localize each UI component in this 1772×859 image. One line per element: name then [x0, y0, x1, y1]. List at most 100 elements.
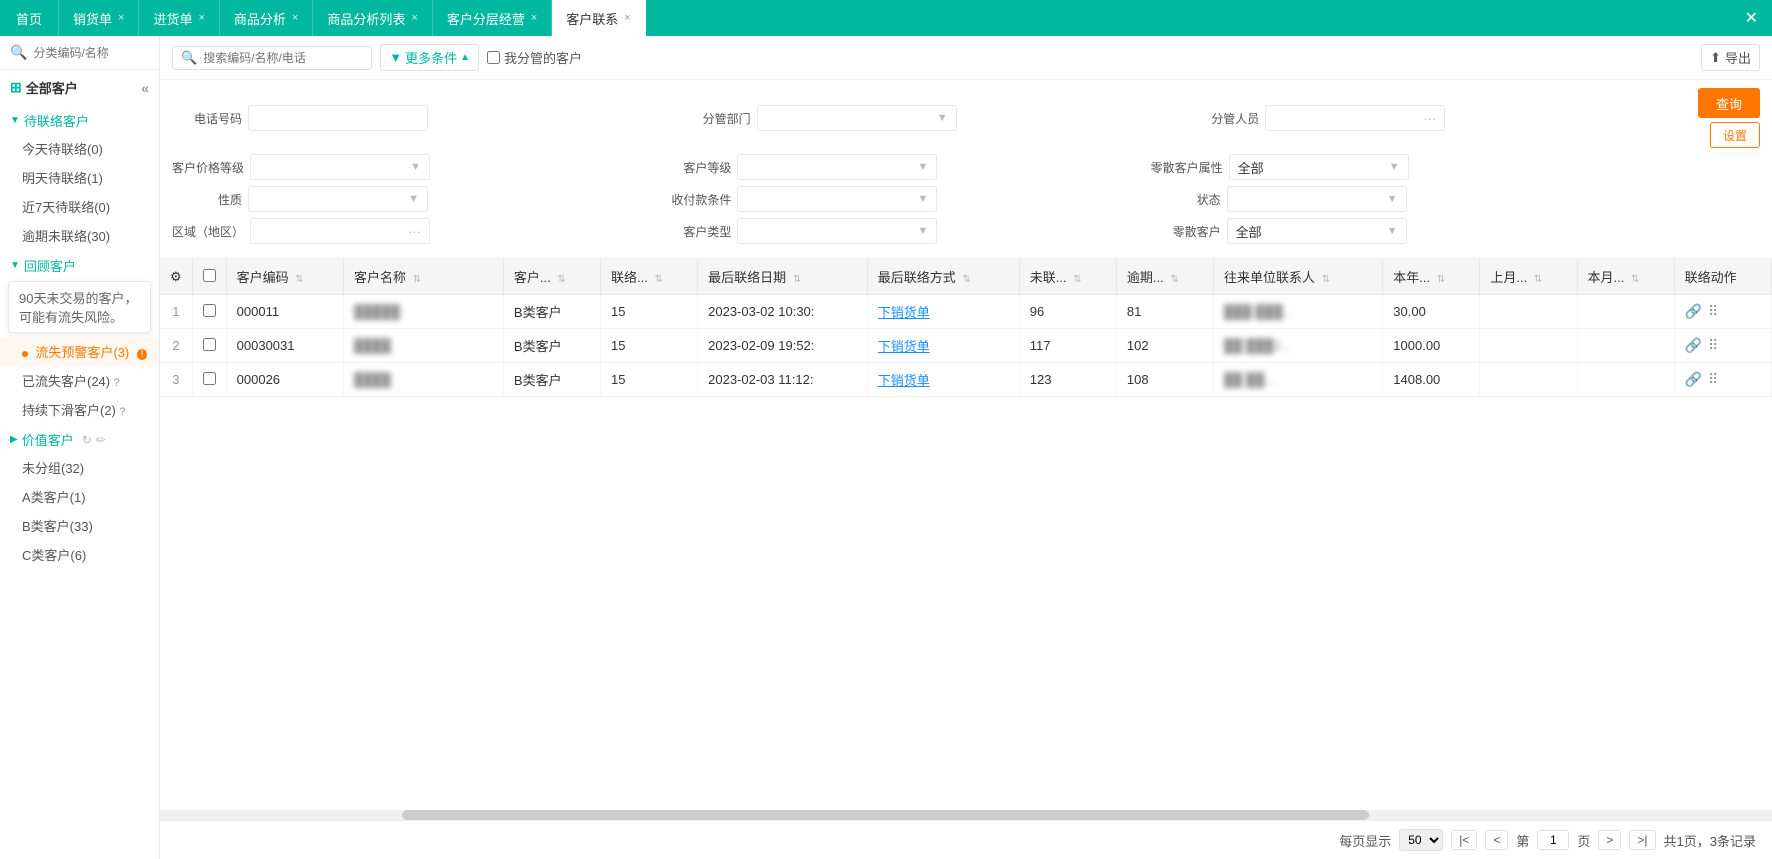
edit-icon-value[interactable]: ✏	[96, 433, 106, 447]
first-page-btn[interactable]: |<	[1451, 830, 1477, 850]
settings-button[interactable]: 设置	[1710, 122, 1760, 148]
sidebar-search-input[interactable]	[33, 46, 160, 60]
filter-phone-input[interactable]	[248, 105, 428, 131]
table-row: 3 000026 ████ B类客户 15 2023-02-03 11:12: …	[160, 363, 1772, 397]
th-last-month[interactable]: 上月... ⇅	[1480, 259, 1577, 295]
filter-sparse-select[interactable]: 全部 ▼	[1227, 218, 1407, 244]
row2-checkbox[interactable]	[192, 329, 226, 363]
th-contact-num[interactable]: 联络... ⇅	[601, 259, 698, 295]
filter-price-level-select[interactable]: ▼	[250, 154, 430, 180]
tab-customer-contact[interactable]: 客户联系 ×	[552, 0, 645, 36]
th-last-date[interactable]: 最后联络日期 ⇅	[698, 259, 868, 295]
sidebar-item-declining[interactable]: 持续下滑客户(2) ?	[0, 395, 159, 424]
chevron-down-icon-payment: ▼	[917, 193, 928, 205]
row3-select[interactable]	[203, 372, 216, 385]
dots-icon-region[interactable]: ···	[408, 224, 421, 239]
th-checkbox[interactable]	[192, 259, 226, 295]
th-this-month[interactable]: 本月... ⇅	[1577, 259, 1674, 295]
row2-action-link-icon[interactable]: 🔗	[1685, 337, 1702, 354]
row1-select[interactable]	[203, 304, 216, 317]
filter-dept-select[interactable]: ▼	[757, 105, 957, 131]
filter-nature-select[interactable]: ▼	[248, 186, 428, 212]
refresh-icon-value[interactable]: ↻	[82, 433, 92, 447]
my-customers-toggle[interactable]: 我分管的客户	[487, 48, 582, 67]
sidebar-item-class-c[interactable]: C类客户(6)	[0, 540, 159, 569]
sidebar-item-7days[interactable]: 近7天待联络(0)	[0, 192, 159, 221]
th-customer-type[interactable]: 客户... ⇅	[503, 259, 600, 295]
sidebar-collapse-icon[interactable]: «	[141, 80, 149, 96]
export-button[interactable]: ⬆ 导出	[1701, 44, 1760, 71]
th-code[interactable]: 客户编码 ⇅	[226, 259, 343, 295]
last-page-btn[interactable]: >|	[1629, 830, 1655, 850]
row2-select[interactable]	[203, 338, 216, 351]
row3-action-link-icon[interactable]: 🔗	[1685, 371, 1702, 388]
per-page-select[interactable]: 50	[1399, 829, 1443, 851]
tab-purchase-order-close[interactable]: ×	[198, 12, 204, 24]
sidebar-item-churned[interactable]: 已流失客户(24) ?	[0, 366, 159, 395]
filter-status-select[interactable]: ▼	[1227, 186, 1407, 212]
filter-sparse-attr-select[interactable]: 全部 ▼	[1229, 154, 1409, 180]
tab-home[interactable]: 首页	[0, 0, 59, 36]
filter-sparse-label: 零散客户	[1151, 223, 1221, 240]
my-customers-checkbox[interactable]	[487, 51, 500, 64]
filter-customer-type-select[interactable]: ▼	[737, 218, 937, 244]
sidebar-section-review[interactable]: ▼ 回顾客户	[0, 250, 159, 279]
next-page-btn[interactable]: >	[1598, 830, 1621, 850]
row2-action-more-icon[interactable]: ⠿	[1708, 337, 1718, 354]
select-all-checkbox[interactable]	[203, 269, 216, 282]
sidebar-item-class-b[interactable]: B类客户(33)	[0, 511, 159, 540]
sidebar-item-churn-warning[interactable]: 流失预警客户(3) !	[0, 337, 159, 366]
filter-status: 状态 ▼	[1151, 186, 1632, 212]
sidebar-all-customers-header[interactable]: ⊞ 全部客户 «	[0, 70, 159, 105]
query-button[interactable]: 查询	[1698, 88, 1760, 118]
th-name[interactable]: 客户名称 ⇅	[343, 259, 503, 295]
tab-product-analysis[interactable]: 商品分析 ×	[220, 0, 313, 36]
dots-icon-person[interactable]: ···	[1423, 111, 1436, 126]
th-unlinked[interactable]: 未联... ⇅	[1019, 259, 1116, 295]
sidebar-section-value[interactable]: ▶ 价值客户 ↻ ✏	[0, 424, 159, 453]
th-last-method[interactable]: 最后联络方式 ⇅	[867, 259, 1019, 295]
tab-sales-order-close[interactable]: ×	[118, 12, 124, 24]
th-gear[interactable]: ⚙	[160, 259, 192, 295]
sidebar-item-tomorrow[interactable]: 明天待联络(1)	[0, 163, 159, 192]
search-input[interactable]	[203, 51, 363, 65]
tab-purchase-order[interactable]: 进货单 ×	[139, 0, 219, 36]
sidebar-item-overdue-contact[interactable]: 逾期未联络(30)	[0, 221, 159, 250]
row3-checkbox[interactable]	[192, 363, 226, 397]
tab-product-analysis-list[interactable]: 商品分析列表 ×	[313, 0, 432, 36]
filter-payment-select[interactable]: ▼	[737, 186, 937, 212]
filter-customer-level-select[interactable]: ▼	[737, 154, 937, 180]
tab-customer-contact-close[interactable]: ×	[624, 12, 630, 24]
chevron-right-icon-value: ▶	[10, 434, 18, 445]
horizontal-scrollbar[interactable]	[160, 810, 1772, 820]
tab-home-label: 首页	[16, 9, 42, 28]
th-this-year[interactable]: 本年... ⇅	[1383, 259, 1480, 295]
filter-region-select[interactable]: ···	[250, 218, 430, 244]
th-overdue[interactable]: 逾期... ⇅	[1116, 259, 1213, 295]
all-customers-label: 全部客户	[26, 78, 78, 97]
scrollbar-thumb[interactable]	[402, 810, 1369, 820]
window-close-button[interactable]: ✕	[1731, 8, 1772, 28]
filter-person-select[interactable]: ···	[1265, 105, 1445, 131]
sidebar-item-ungrouped[interactable]: 未分组(32)	[0, 453, 159, 482]
sidebar-section-pending[interactable]: ▼ 待联络客户	[0, 105, 159, 134]
row1-checkbox[interactable]	[192, 295, 226, 329]
row1-action-more-icon[interactable]: ⠿	[1708, 303, 1718, 320]
row3-action-more-icon[interactable]: ⠿	[1708, 371, 1718, 388]
tab-customer-tier-close[interactable]: ×	[531, 12, 537, 24]
chevron-down-icon-price: ▼	[410, 161, 421, 173]
page-number-input[interactable]	[1537, 830, 1569, 850]
tab-product-analysis-list-close[interactable]: ×	[411, 12, 417, 24]
tab-sales-order[interactable]: 销货单 ×	[59, 0, 139, 36]
prev-page-btn[interactable]: <	[1485, 830, 1508, 850]
more-conditions-btn[interactable]: ▼ 更多条件 ▲	[380, 44, 479, 71]
sidebar-item-class-a[interactable]: A类客户(1)	[0, 482, 159, 511]
tab-product-analysis-close[interactable]: ×	[292, 12, 298, 24]
tab-customer-tier[interactable]: 客户分层经营 ×	[433, 0, 552, 36]
row1-this-year: 30.00	[1383, 295, 1480, 329]
th-person[interactable]: 往来单位联系人 ⇅	[1213, 259, 1382, 295]
chevron-up-icon: ▲	[460, 52, 470, 63]
sidebar-item-today[interactable]: 今天待联络(0)	[0, 134, 159, 163]
tab-product-analysis-list-label: 商品分析列表	[327, 9, 405, 28]
row1-action-link-icon[interactable]: 🔗	[1685, 303, 1702, 320]
